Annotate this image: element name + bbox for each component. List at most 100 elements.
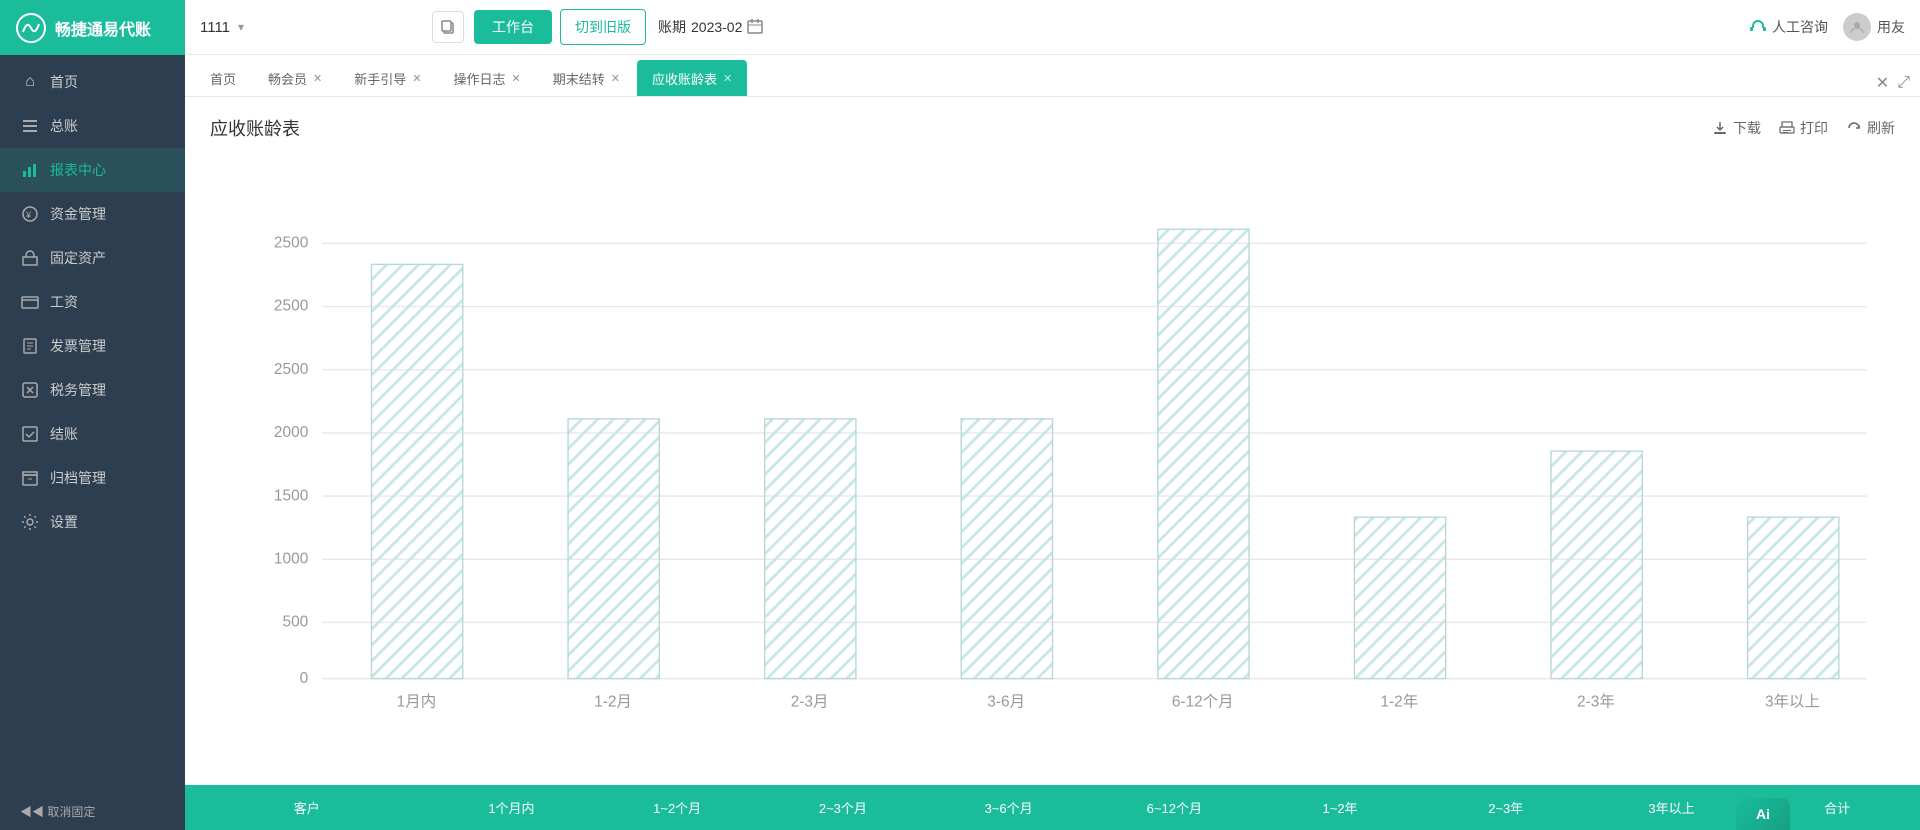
tax-icon [20, 380, 40, 400]
header-period: 账期 2023-02 [658, 17, 763, 37]
table-header: 客户 1个月内 1~2个月 2~3个月 3~6个月 6~12个月 1~2年 2~… [185, 785, 1920, 830]
tab-label: 首页 [210, 69, 236, 88]
svg-text:1-2年: 1-2年 [1380, 693, 1418, 711]
tab-label: 新手引导 [354, 69, 406, 88]
svg-text:6-12个月: 6-12个月 [1172, 693, 1234, 711]
svg-text:3年以上: 3年以上 [1765, 693, 1820, 711]
old-version-button[interactable]: 切到旧版 [560, 9, 646, 45]
tab-label: 应收账龄表 [652, 69, 717, 88]
svg-text:0: 0 [300, 670, 309, 687]
sidebar-item-settings[interactable]: 设置 [0, 500, 185, 544]
tab-ar-aging[interactable]: 应收账龄表 ✕ [637, 60, 747, 96]
sidebar-nav: ⌂ 首页 总账 报表中心 ¥ 资金管理 [0, 55, 185, 793]
funds-icon: ¥ [20, 204, 40, 224]
calendar-icon[interactable] [747, 18, 763, 37]
bar-1月内 [371, 264, 462, 678]
svg-text:2-3月: 2-3月 [791, 694, 829, 711]
bar-1-2月 [568, 419, 659, 679]
svg-text:1000: 1000 [274, 550, 308, 567]
ai-assistant-btn[interactable]: Ai [1736, 798, 1790, 830]
sidebar-item-fixed-assets[interactable]: 固定资产 [0, 236, 185, 280]
consult-btn[interactable]: 人工咨询 [1749, 17, 1828, 38]
bar-3-6月 [961, 419, 1052, 679]
sidebar-item-label: 总账 [50, 116, 78, 136]
svg-text:¥: ¥ [25, 210, 32, 220]
sidebar-item-reports[interactable]: 报表中心 [0, 148, 185, 192]
company-dropdown-icon[interactable]: ▾ [238, 20, 244, 34]
bar-6-12月 [1158, 229, 1249, 678]
svg-text:2500: 2500 [274, 361, 308, 378]
period-label: 账期 [658, 17, 686, 37]
tab-label: 期末结转 [553, 69, 605, 88]
tab-label: 操作日志 [453, 69, 505, 88]
print-btn[interactable]: 打印 [1779, 118, 1828, 138]
sidebar-item-tax[interactable]: 税务管理 [0, 368, 185, 412]
th-1month: 1个月内 [429, 798, 595, 817]
company-name: 1111 [200, 19, 230, 36]
user-avatar [1843, 13, 1871, 41]
tab-home[interactable]: 首页 [195, 60, 251, 96]
tab-close-icon[interactable]: ✕ [723, 72, 732, 85]
page-title: 应收账龄表 [210, 115, 300, 141]
th-3year-plus: 3年以上 [1589, 798, 1755, 817]
tab-expand-icon[interactable]: ⤢ [1897, 74, 1910, 92]
sidebar-item-invoice[interactable]: 发票管理 [0, 324, 185, 368]
page-actions: 下载 打印 刷新 [1712, 118, 1895, 138]
tab-close-all-icon[interactable]: ✕ [1876, 73, 1889, 93]
tab-member[interactable]: 畅会员 ✕ [253, 60, 337, 96]
user-name: 用友 [1877, 17, 1905, 37]
sidebar-item-label: 首页 [50, 72, 78, 92]
sidebar-item-home[interactable]: ⌂ 首页 [0, 60, 185, 104]
ledger-icon [20, 116, 40, 136]
tab-close-icon[interactable]: ✕ [313, 72, 322, 85]
tab-close-icon[interactable]: ✕ [611, 72, 620, 85]
refresh-label: 刷新 [1867, 118, 1895, 138]
download-btn[interactable]: 下载 [1712, 118, 1761, 138]
tab-guide[interactable]: 新手引导 ✕ [339, 60, 436, 96]
header-right: 人工咨询 用友 [1749, 13, 1905, 41]
sidebar-item-label: 发票管理 [50, 336, 106, 356]
sidebar-item-settle[interactable]: 结账 [0, 412, 185, 456]
bar-2-3年 [1551, 451, 1642, 678]
app-title: 畅捷通易代账 [55, 16, 151, 40]
tab-close-icon[interactable]: ✕ [412, 72, 421, 85]
svg-text:2000: 2000 [274, 424, 308, 441]
print-label: 打印 [1800, 118, 1828, 138]
th-2-3month: 2~3个月 [760, 798, 926, 817]
header-company: 1111 ▾ [200, 19, 420, 36]
bar-3年以上 [1748, 517, 1839, 678]
sidebar-item-payroll[interactable]: 工资 [0, 280, 185, 324]
sidebar-item-general-ledger[interactable]: 总账 [0, 104, 185, 148]
sidebar-collapse-btn[interactable]: ◀◀ 取消固定 [0, 793, 185, 830]
reports-icon [20, 160, 40, 180]
tabs-actions: ✕ ⤢ [1876, 73, 1920, 96]
sidebar-item-funds[interactable]: ¥ 资金管理 [0, 192, 185, 236]
fixed-assets-icon [20, 248, 40, 268]
th-1-2year: 1~2年 [1257, 798, 1423, 817]
sidebar-item-label: 工资 [50, 292, 78, 312]
ai-label: Ai [1756, 806, 1770, 822]
svg-text:500: 500 [283, 614, 309, 631]
tab-log[interactable]: 操作日志 ✕ [438, 60, 535, 96]
tab-period-end[interactable]: 期末结转 ✕ [538, 60, 635, 96]
tab-label: 畅会员 [268, 69, 307, 88]
th-customer: 客户 [185, 798, 429, 817]
payroll-icon [20, 292, 40, 312]
refresh-btn[interactable]: 刷新 [1846, 118, 1895, 138]
header: 1111 ▾ 工作台 切到旧版 账期 2023-02 [185, 0, 1920, 55]
svg-text:1500: 1500 [274, 487, 308, 504]
content-area: 应收账龄表 下载 打印 刷新 [185, 97, 1920, 830]
svg-text:2500: 2500 [274, 235, 308, 252]
period-value: 2023-02 [691, 19, 742, 35]
tab-close-icon[interactable]: ✕ [512, 72, 521, 85]
consult-label: 人工咨询 [1772, 17, 1828, 37]
sidebar-bottom-label: ◀◀ 取消固定 [20, 803, 95, 820]
copy-btn[interactable] [432, 11, 464, 43]
user-menu[interactable]: 用友 [1843, 13, 1905, 41]
sidebar-item-archive[interactable]: 归档管理 [0, 456, 185, 500]
bar-1-2年 [1354, 517, 1445, 678]
sidebar: 畅捷通易代账 ⌂ 首页 总账 报表中心 ¥ [0, 0, 185, 830]
sidebar-item-label: 资金管理 [50, 204, 106, 224]
th-3-6month: 3~6个月 [926, 798, 1092, 817]
workbench-button[interactable]: 工作台 [474, 10, 552, 44]
